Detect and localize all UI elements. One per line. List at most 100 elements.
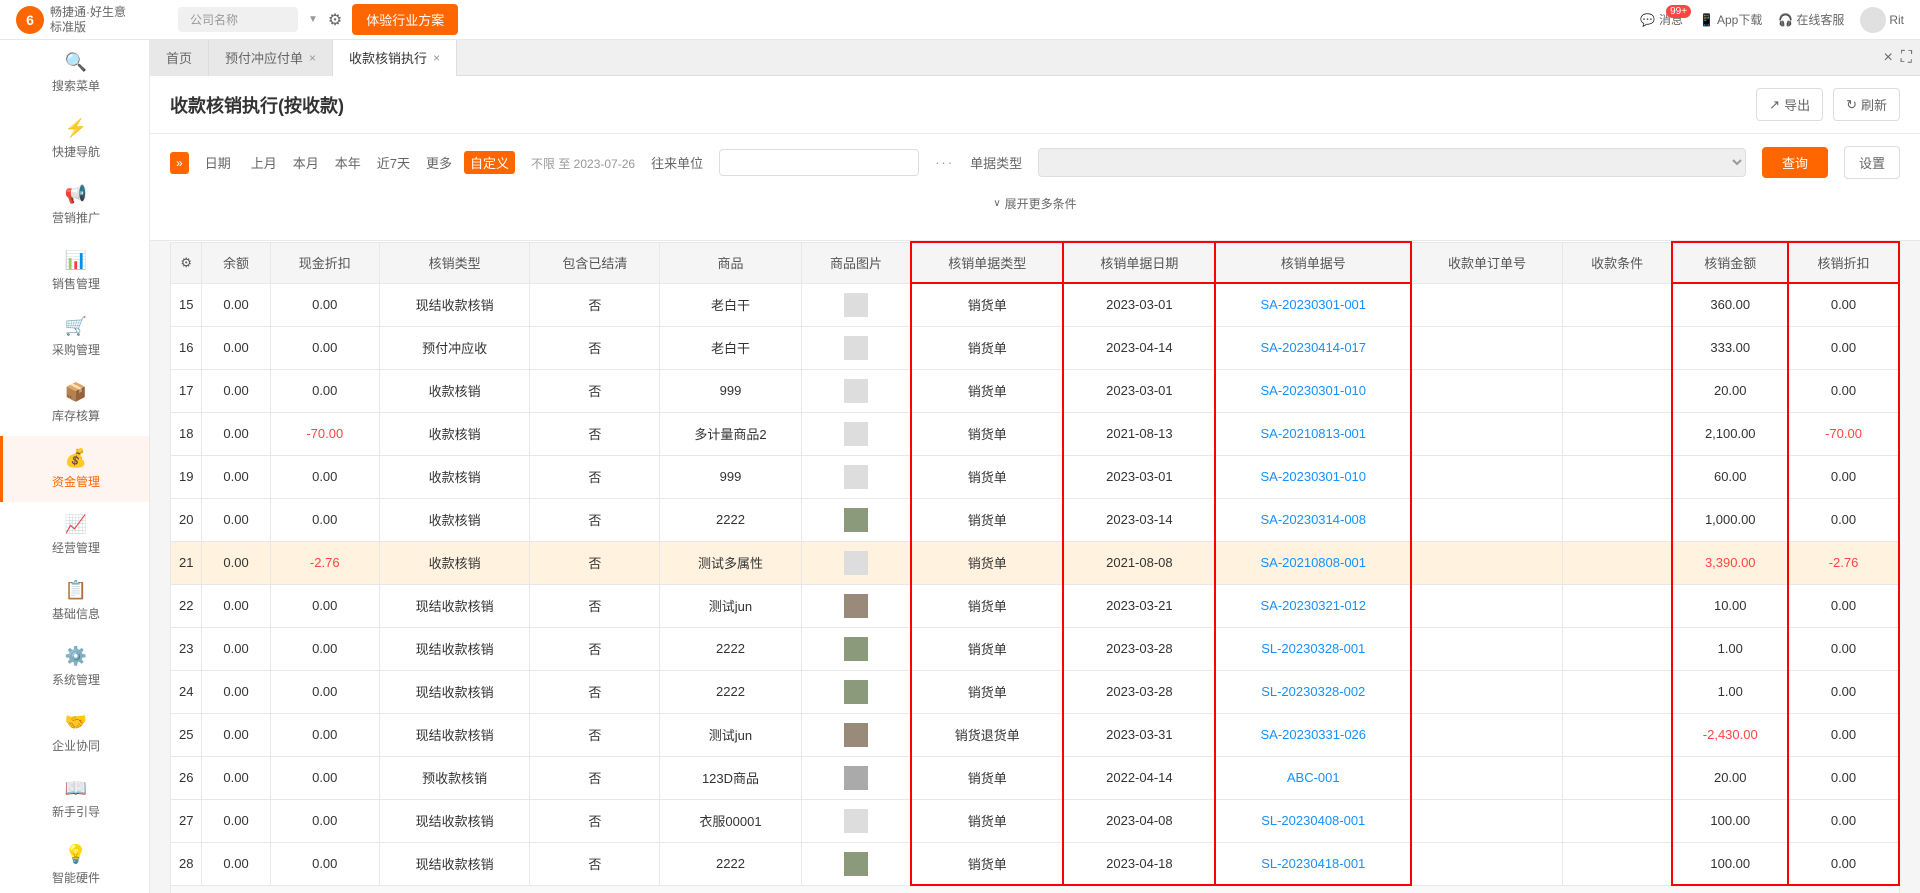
tab-writeoff[interactable]: 收款核销执行 × [333, 40, 457, 76]
row-voucher-no: SL-20230418-001 [1215, 842, 1411, 885]
export-button[interactable]: ↗ 导出 [1756, 88, 1823, 121]
sidebar-item-sales[interactable]: 📊 销售管理 [0, 238, 149, 304]
voucher-no-link[interactable]: SA-20230301-010 [1260, 383, 1366, 398]
content-area: 首页 预付冲应付单 × 收款核销执行 × × ⛶ 收款核销执行(按收款) [150, 40, 1920, 893]
voucher-no-link[interactable]: SA-20210813-001 [1260, 426, 1366, 441]
row-type: 收款核销 [379, 455, 530, 498]
filter-expand-arrow[interactable]: » [170, 152, 189, 174]
row-cash-discount: 0.00 [270, 756, 379, 799]
voucher-no-link[interactable]: SL-20230328-002 [1261, 684, 1365, 699]
voucher-no-link[interactable]: SA-20230314-008 [1260, 512, 1366, 527]
sidebar-item-inventory[interactable]: 📦 库存核算 [0, 370, 149, 436]
row-order-no [1411, 713, 1562, 756]
gear-icon[interactable]: ⚙ [328, 10, 342, 30]
voucher-no-link[interactable]: ABC-001 [1287, 770, 1340, 785]
app-download-link[interactable]: 📱 App下载 [1699, 11, 1762, 28]
voucher-no-link[interactable]: SA-20230331-026 [1260, 727, 1366, 742]
row-balance: 0.00 [202, 842, 270, 885]
voucher-no-link[interactable]: SA-20230301-010 [1260, 469, 1366, 484]
row-id: 16 [171, 326, 202, 369]
company-name-input[interactable]: 公司名称 [178, 7, 298, 32]
row-order-no [1411, 412, 1562, 455]
row-order-no [1411, 627, 1562, 670]
company-dropdown-icon[interactable]: ▼ [308, 14, 318, 25]
row-discount: 0.00 [1788, 842, 1899, 885]
sidebar-item-collab[interactable]: 🤝 企业协同 [0, 700, 149, 766]
row-voucher-no: SL-20230408-001 [1215, 799, 1411, 842]
tab-home[interactable]: 首页 [150, 40, 209, 76]
partner-input[interactable] [719, 149, 919, 176]
row-goods: 999 [660, 369, 801, 412]
sidebar-item-marketing[interactable]: 📢 营销推广 [0, 172, 149, 238]
message-area[interactable]: 💬 消息 99+ [1640, 11, 1683, 28]
row-voucher-type: 销货单 [911, 842, 1063, 885]
table-row: 17 0.00 0.00 收款核销 否 999 销货单 2023-03-01 S… [171, 369, 1900, 412]
online-service-link[interactable]: 🎧 在线客服 [1778, 11, 1844, 28]
row-cash-discount: 0.00 [270, 713, 379, 756]
voucher-no-link[interactable]: SA-20230321-012 [1260, 598, 1366, 613]
row-voucher-date: 2023-03-01 [1063, 455, 1215, 498]
date-this-year[interactable]: 本年 [331, 151, 365, 174]
row-amount: 20.00 [1672, 369, 1788, 412]
voucher-no-link[interactable]: SA-20230414-017 [1260, 340, 1366, 355]
row-goods: 2222 [660, 670, 801, 713]
tab-expand-button[interactable]: ⛶ [1901, 49, 1912, 67]
sidebar-item-search[interactable]: 🔍 搜索菜单 [0, 40, 149, 106]
row-balance: 0.00 [202, 670, 270, 713]
row-goods: 2222 [660, 627, 801, 670]
row-voucher-type: 销货单 [911, 498, 1063, 541]
page-actions: ↗ 导出 ↻ 刷新 [1756, 88, 1900, 121]
sidebar-item-quick[interactable]: ⚡ 快捷导航 [0, 106, 149, 172]
basic-icon: 📋 [65, 580, 87, 601]
tab-prepay[interactable]: 预付冲应付单 × [209, 40, 333, 76]
date-this-month[interactable]: 本月 [289, 151, 323, 174]
sidebar-item-hardware[interactable]: 💡 智能硬件 [0, 832, 149, 893]
row-img [801, 713, 911, 756]
filter-dots: ··· [935, 155, 954, 170]
row-voucher-date: 2023-04-14 [1063, 326, 1215, 369]
row-type: 现结收款核销 [379, 670, 530, 713]
date-more[interactable]: 更多 [422, 151, 456, 174]
voucher-no-link[interactable]: SA-20230301-001 [1260, 297, 1366, 312]
sidebar-item-basic[interactable]: 📋 基础信息 [0, 568, 149, 634]
voucher-no-link[interactable]: SA-20210808-001 [1260, 555, 1366, 570]
query-button[interactable]: 查询 [1762, 147, 1828, 178]
row-discount: 0.00 [1788, 326, 1899, 369]
voucher-no-link[interactable]: SL-20230408-001 [1261, 813, 1365, 828]
trial-button[interactable]: 体验行业方案 [352, 4, 458, 35]
row-condition [1562, 713, 1672, 756]
table-container: ⚙ 余额 现金折扣 核销类型 包含已结清 商品 商品图片 核销单据类型 核销单据… [150, 241, 1920, 893]
row-img [801, 326, 911, 369]
tab-writeoff-close[interactable]: × [433, 51, 440, 65]
filter-settings-button[interactable]: 设置 [1844, 146, 1900, 179]
refresh-button[interactable]: ↻ 刷新 [1833, 88, 1900, 121]
tab-close-all-button[interactable]: × [1883, 49, 1892, 67]
row-type: 现结收款核销 [379, 713, 530, 756]
row-type: 现结收款核销 [379, 842, 530, 885]
expand-conditions-button[interactable]: ∨ 展开更多条件 [993, 195, 1076, 212]
voucher-no-link[interactable]: SL-20230328-001 [1261, 641, 1365, 656]
row-voucher-no: SA-20210813-001 [1215, 412, 1411, 455]
row-goods: 衣服00001 [660, 799, 801, 842]
sidebar-item-guide[interactable]: 📖 新手引导 [0, 766, 149, 832]
row-balance: 0.00 [202, 627, 270, 670]
user-name-area[interactable]: Rit [1860, 7, 1904, 33]
sidebar-item-operation[interactable]: 📈 经营管理 [0, 502, 149, 568]
row-included: 否 [530, 670, 660, 713]
date-custom[interactable]: 自定义 [464, 151, 515, 174]
voucher-no-link[interactable]: SL-20230418-001 [1261, 856, 1365, 871]
row-amount: 1.00 [1672, 670, 1788, 713]
th-settings[interactable]: ⚙ [171, 242, 202, 283]
voucher-type-select[interactable] [1038, 148, 1746, 177]
row-id: 20 [171, 498, 202, 541]
date-last-month[interactable]: 上月 [247, 151, 281, 174]
sidebar-item-purchase[interactable]: 🛒 采购管理 [0, 304, 149, 370]
row-img [801, 541, 911, 584]
table-body: 15 0.00 0.00 现结收款核销 否 老白干 销货单 2023-03-01… [171, 283, 1900, 885]
row-voucher-type: 销货单 [911, 541, 1063, 584]
quick-icon: ⚡ [65, 118, 87, 139]
date-7days[interactable]: 近7天 [373, 151, 414, 174]
sidebar-item-system[interactable]: ⚙️ 系统管理 [0, 634, 149, 700]
tab-prepay-close[interactable]: × [309, 51, 316, 65]
sidebar-item-finance[interactable]: 💰 资金管理 [0, 436, 149, 502]
